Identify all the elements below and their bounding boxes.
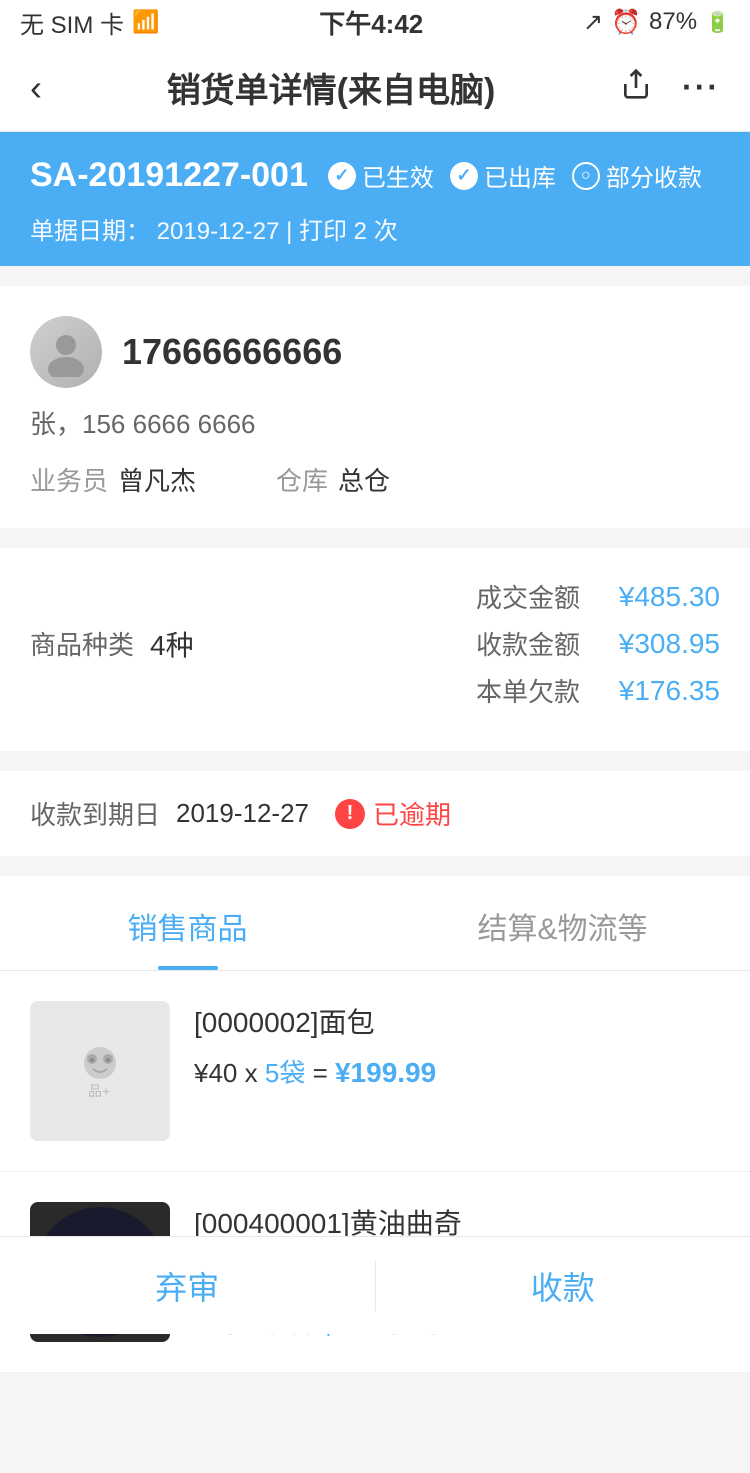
amounts-group: 成交金额 ¥485.30 收款金额 ¥308.95 本单欠款 ¥176.35: [476, 578, 720, 709]
customer-section: 17666666666 张，156 6666 6666 业务员 曾凡杰 仓库 总…: [0, 286, 750, 528]
tab-underline: [158, 966, 218, 970]
product-item: 品+ [0000002]面包 ¥40 x 5袋 = ¥199.99: [0, 971, 750, 1172]
product-name-1: [0000002]面包: [194, 1001, 720, 1041]
status-bar: 无 SIM 卡 📶 下午4:42 ↗ ⏰ 87% 🔋: [0, 0, 750, 44]
deal-amount-value: ¥485.30: [600, 581, 720, 613]
clock-icon: ○: [572, 162, 600, 190]
check-icon-2: ✓: [450, 162, 478, 190]
overdue-icon: !: [335, 799, 365, 829]
arrears-label: 本单欠款: [476, 672, 580, 709]
more-button[interactable]: ···: [682, 69, 720, 106]
status-right: ↗ ⏰ 87% 🔋: [583, 8, 730, 37]
receipt-amount-label: 收款金额: [476, 625, 580, 662]
svg-text:品+: 品+: [88, 1083, 110, 1099]
nav-bar: ‹ 销货单详情(来自电脑) ···: [0, 44, 750, 132]
category-label: 商品种类: [30, 625, 134, 662]
bottom-toolbar: 弃审 收款: [0, 1236, 750, 1334]
due-label: 收款到期日: [30, 795, 160, 832]
back-button[interactable]: ‹: [30, 67, 42, 109]
battery-text: 87%: [649, 8, 697, 36]
order-id: SA-20191227-001: [30, 156, 308, 195]
due-section: 收款到期日 2019-12-27 ! 已逾期: [0, 771, 750, 856]
tabs-section: 销售商品 结算&物流等: [0, 876, 750, 971]
overdue-text: 已逾期: [373, 795, 451, 832]
battery-icon: 🔋: [705, 10, 730, 35]
status-badge-effective: ✓ 已生效: [328, 158, 434, 193]
salesman-info: 业务员 曾凡杰: [30, 461, 196, 498]
warehouse-info: 仓库 总仓: [276, 461, 390, 498]
order-date-info: 单据日期： 2019-12-27 | 打印 2 次: [30, 211, 720, 246]
cancel-button[interactable]: 弃审: [0, 1243, 375, 1329]
status-badge-partial: ○ 部分收款: [572, 158, 702, 193]
status-left: 无 SIM 卡 📶: [20, 5, 159, 40]
customer-contact: 张，156 6666 6666: [30, 404, 720, 441]
status-badges: ✓ 已生效 ✓ 已出库 ○ 部分收款: [328, 158, 702, 193]
customer-meta: 业务员 曾凡杰 仓库 总仓: [30, 461, 720, 498]
share-button[interactable]: [620, 68, 652, 108]
tab-settlement[interactable]: 结算&物流等: [375, 876, 750, 970]
product-total-1: ¥199.99: [335, 1057, 436, 1088]
product-price-1: ¥40 x 5袋 = ¥199.99: [194, 1053, 720, 1090]
status-badge-shipped: ✓ 已出库: [450, 158, 556, 193]
due-date: 2019-12-27: [176, 798, 309, 829]
product-info-1: [0000002]面包 ¥40 x 5袋 = ¥199.99: [194, 1001, 720, 1090]
deal-amount-label: 成交金额: [476, 578, 580, 615]
wifi-icon: 📶: [132, 9, 159, 35]
page-title: 销货单详情(来自电脑): [167, 63, 496, 112]
product-image-1: 品+: [30, 1001, 170, 1141]
customer-phone: 17666666666: [122, 331, 342, 373]
carrier-text: 无 SIM 卡: [20, 5, 124, 40]
summary-section: 商品种类 4种 成交金额 ¥485.30 收款金额 ¥308.95 本单欠款 ¥…: [0, 548, 750, 751]
location-icon: ↗: [583, 8, 603, 37]
confirm-button[interactable]: 收款: [376, 1243, 750, 1329]
overdue-badge: ! 已逾期: [335, 795, 451, 832]
tab-sales-products[interactable]: 销售商品: [0, 876, 375, 970]
nav-right-actions: ···: [620, 68, 720, 108]
category-count: 4种: [150, 624, 194, 664]
arrears-value: ¥176.35: [600, 675, 720, 707]
check-icon: ✓: [328, 162, 356, 190]
product-qty-1: 5袋: [265, 1058, 305, 1088]
header-banner: SA-20191227-001 ✓ 已生效 ✓ 已出库 ○ 部分收款 单据日期：…: [0, 132, 750, 266]
alarm-icon: ⏰: [611, 8, 641, 37]
time-display: 下午4:42: [319, 4, 423, 41]
avatar: [30, 316, 102, 388]
receipt-amount-value: ¥308.95: [600, 628, 720, 660]
